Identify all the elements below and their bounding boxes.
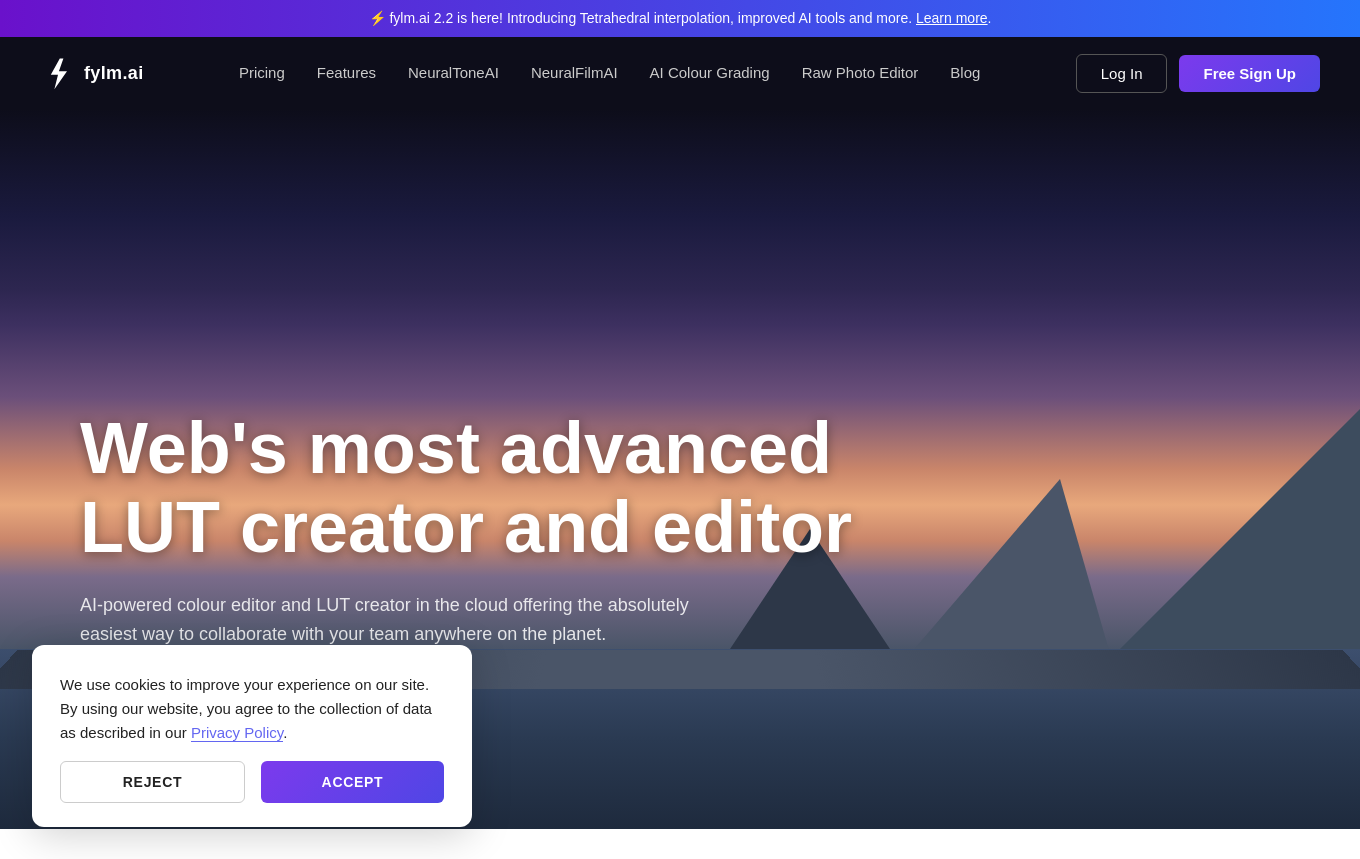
cookie-actions: REJECT ACCEPT: [60, 761, 444, 803]
logo-link[interactable]: fylm.ai: [40, 55, 144, 91]
nav-item-neuralfilmai[interactable]: NeuralFilmAI: [531, 64, 618, 82]
hero-subtitle: AI-powered colour editor and LUT creator…: [80, 591, 700, 649]
hero-content: Web's most advanced LUT creator and edit…: [80, 409, 852, 649]
nav-item-ai-colour-grading[interactable]: AI Colour Grading: [650, 64, 770, 82]
hero-title: Web's most advanced LUT creator and edit…: [80, 409, 852, 567]
privacy-policy-link[interactable]: Privacy Policy: [191, 724, 283, 742]
nav-item-features[interactable]: Features: [317, 64, 376, 82]
navbar: fylm.ai Pricing Features NeuralToneAI Ne…: [0, 37, 1360, 109]
hero-title-line2: LUT creator and editor: [80, 487, 852, 567]
nav-item-pricing[interactable]: Pricing: [239, 64, 285, 82]
accept-button[interactable]: ACCEPT: [261, 761, 444, 803]
cookie-banner: We use cookies to improve your experienc…: [32, 645, 472, 827]
nav-actions: Log In Free Sign Up: [1076, 54, 1320, 93]
nav-links: Pricing Features NeuralToneAI NeuralFilm…: [239, 64, 980, 82]
nav-item-blog[interactable]: Blog: [950, 64, 980, 82]
announcement-text: ⚡ fylm.ai 2.2 is here! Introducing Tetra…: [369, 10, 913, 26]
hero-title-line1: Web's most advanced: [80, 408, 832, 488]
cookie-text: We use cookies to improve your experienc…: [60, 673, 444, 745]
nav-item-raw-photo-editor[interactable]: Raw Photo Editor: [802, 64, 919, 82]
announcement-bar: ⚡ fylm.ai 2.2 is here! Introducing Tetra…: [0, 0, 1360, 37]
signup-button[interactable]: Free Sign Up: [1179, 55, 1320, 92]
logo-text: fylm.ai: [84, 63, 144, 84]
login-button[interactable]: Log In: [1076, 54, 1168, 93]
logo-icon: [40, 55, 76, 91]
nav-item-neuraltoneai[interactable]: NeuralToneAI: [408, 64, 499, 82]
announcement-link[interactable]: Learn more: [916, 10, 988, 26]
reject-button[interactable]: REJECT: [60, 761, 245, 803]
